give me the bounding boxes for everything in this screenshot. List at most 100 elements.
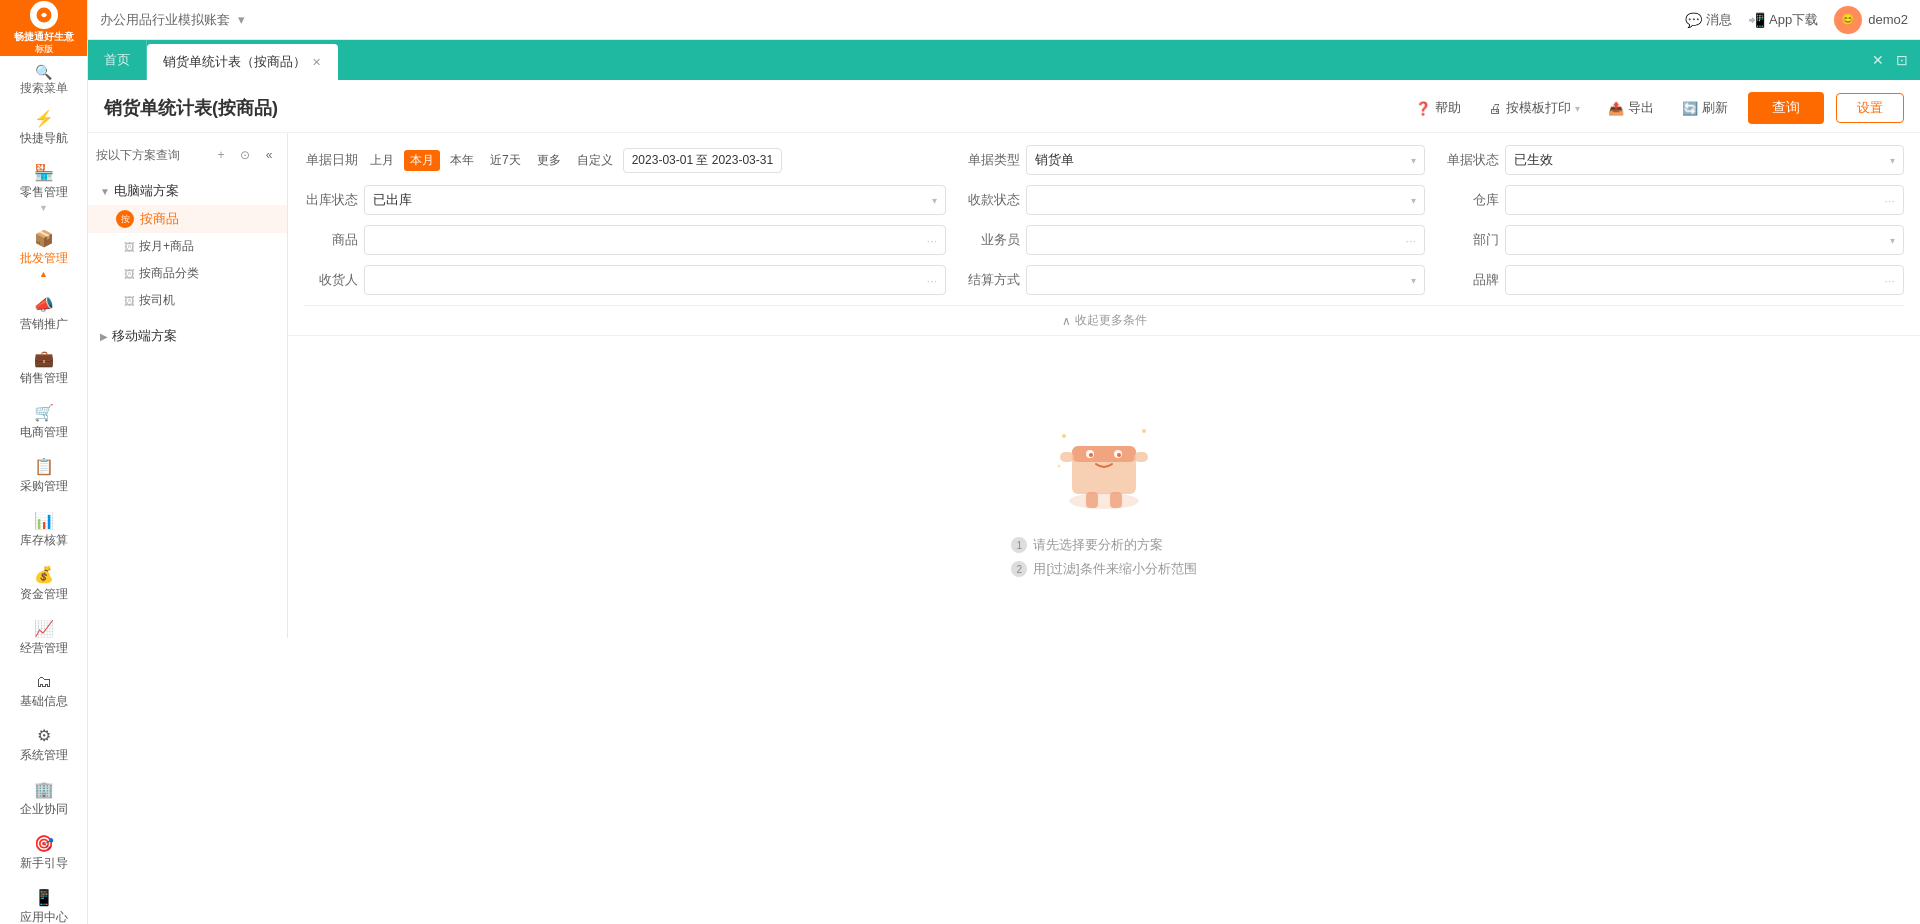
help-button[interactable]: ❓ 帮助 (1407, 95, 1469, 121)
sidebar-item-operations[interactable]: 📈 经营管理 (0, 611, 87, 665)
svg-point-13 (1142, 429, 1146, 433)
department-select[interactable]: ▾ (1505, 225, 1904, 255)
doctype-control[interactable]: 销货单 ▾ (1026, 145, 1425, 175)
sidebar-item-appstore[interactable]: 📱 应用中心 (0, 880, 87, 924)
shortcut-more[interactable]: 更多 (531, 150, 567, 171)
docstatus-select[interactable]: 已生效 ▾ (1505, 145, 1904, 175)
page-title: 销货单统计表(按商品) (104, 96, 278, 120)
purchase-label: 采购管理 (20, 478, 68, 495)
sidebar-item-system[interactable]: ⚙ 系统管理 (0, 718, 87, 772)
tree-parent-mobile[interactable]: ▶ 移动端方案 (88, 322, 287, 350)
brand-select[interactable]: ··· (1505, 265, 1904, 295)
tab-home[interactable]: 首页 (88, 40, 147, 80)
tab-close-icon[interactable]: ✕ (312, 56, 321, 69)
print-dropdown-icon: ▾ (1575, 103, 1580, 114)
query-button[interactable]: 查询 (1748, 92, 1824, 124)
ecommerce-icon: 🛒 (34, 403, 54, 422)
tree-sub-by-machine[interactable]: 🖼 按司机 (88, 287, 287, 314)
settings-button[interactable]: 设置 (1836, 93, 1904, 123)
ecommerce-label: 电商管理 (20, 424, 68, 441)
warehouse-select[interactable]: ··· (1505, 185, 1904, 215)
outstatus-value: 已出库 (373, 191, 412, 209)
category-label: 按商品分类 (139, 265, 199, 282)
shortcut-last-month[interactable]: 上月 (364, 150, 400, 171)
pc-tree-section: ▼ 电脑端方案 按 按商品 🖼 按月+商品 🖼 (88, 173, 287, 318)
docstatus-control[interactable]: 已生效 ▾ (1505, 145, 1904, 175)
print-button[interactable]: 🖨 按模板打印 ▾ (1481, 95, 1588, 121)
salesperson-field-group: 业务员 ··· (966, 225, 1425, 255)
tree-child-by-product[interactable]: 按 按商品 (88, 205, 287, 233)
operations-label: 经营管理 (20, 640, 68, 657)
sidebar-item-inventory[interactable]: 📊 库存核算 (0, 503, 87, 557)
outstatus-field-group: 出库状态 已出库 ▾ (304, 185, 946, 215)
doctype-value: 销货单 (1035, 151, 1074, 169)
product-field-group: 商品 ··· (304, 225, 946, 255)
sidebar-item-retail[interactable]: 🏪 零售管理 ▼ (0, 155, 87, 221)
payment-select[interactable]: ▾ (1026, 265, 1425, 295)
sidebar-item-enterprise[interactable]: 🏢 企业协同 (0, 772, 87, 826)
mobile-section-label: 移动端方案 (112, 327, 177, 345)
export-button[interactable]: 📤 导出 (1600, 95, 1662, 121)
avatar: 😊 (1834, 6, 1862, 34)
sidebar-item-basics[interactable]: 🗂 基础信息 (0, 665, 87, 718)
svg-point-6 (1089, 453, 1093, 457)
search-menu-item[interactable]: 🔍 搜索菜单 (0, 56, 87, 101)
doctype-arrow-icon: ▾ (1411, 155, 1416, 166)
outstatus-select[interactable]: 已出库 ▾ (364, 185, 946, 215)
sidebar-item-purchase[interactable]: 📋 采购管理 (0, 449, 87, 503)
doctype-label: 单据类型 (966, 151, 1026, 169)
shortcut-custom[interactable]: 自定义 (571, 150, 619, 171)
brand-control: ··· (1505, 265, 1904, 295)
sidebar-item-marketing[interactable]: 📣 营销推广 (0, 287, 87, 341)
salesperson-label: 业务员 (966, 231, 1026, 249)
help-label: 帮助 (1435, 99, 1461, 117)
sidebar-item-sales[interactable]: 💼 销售管理 (0, 341, 87, 395)
doctype-select[interactable]: 销货单 ▾ (1026, 145, 1425, 175)
department-arrow-icon: ▾ (1890, 235, 1895, 246)
sidebar-item-guide[interactable]: 🎯 新手引导 (0, 826, 87, 880)
main-area: 办公用品行业模拟账套 ▾ 💬 消息 📲 App下载 😊 demo2 首页 (88, 0, 1920, 924)
date-range-value[interactable]: 2023-03-01 至 2023-03-31 (623, 148, 782, 173)
tree-sub-by-category[interactable]: 🖼 按商品分类 (88, 260, 287, 287)
basics-icon: 🗂 (36, 673, 52, 691)
user-area[interactable]: 😊 demo2 (1834, 6, 1908, 34)
filter-row-3: 商品 ··· 业务员 (304, 225, 1904, 255)
filter-row-2: 出库状态 已出库 ▾ 收款状态 (304, 185, 1904, 215)
collapse-panel-button[interactable]: « (259, 145, 279, 165)
tree-sub-by-month-product[interactable]: 🖼 按月+商品 (88, 233, 287, 260)
app-download-item[interactable]: 📲 App下载 (1748, 11, 1818, 29)
sidebar-item-finance[interactable]: 💰 资金管理 (0, 557, 87, 611)
tab-close-all-icon[interactable]: ✕ (1868, 50, 1888, 70)
docstatus-value: 已生效 (1514, 151, 1553, 169)
product-select[interactable]: ··· (364, 225, 946, 255)
department-label: 部门 (1445, 231, 1505, 249)
tab-restore-icon[interactable]: ⊡ (1892, 50, 1912, 70)
enterprise-icon: 🏢 (34, 780, 54, 799)
tree-parent-pc[interactable]: ▼ 电脑端方案 (88, 177, 287, 205)
outstatus-label: 出库状态 (304, 191, 364, 209)
sidebar-item-shortcut[interactable]: ⚡ 快捷导航 (0, 101, 87, 155)
refresh-button[interactable]: 🔄 刷新 (1674, 95, 1736, 121)
shortcut-this-month[interactable]: 本月 (404, 150, 440, 171)
shortcut-7days[interactable]: 近7天 (484, 150, 527, 171)
salesperson-select[interactable]: ··· (1026, 225, 1425, 255)
recipient-select[interactable]: ··· (364, 265, 946, 295)
add-scheme-button[interactable]: + (211, 145, 231, 165)
sidebar-item-wholesale[interactable]: 📦 批发管理 ▲ (0, 221, 87, 287)
app-logo: 畅捷通好生意 标版 (0, 0, 88, 56)
message-item[interactable]: 💬 消息 (1685, 11, 1732, 29)
help-icon: ❓ (1415, 101, 1431, 116)
receiptstatus-select[interactable]: ▾ (1026, 185, 1425, 215)
collapse-label: 收起更多条件 (1075, 312, 1147, 329)
app-download-icon: 📲 (1748, 12, 1765, 28)
recipient-field-group: 收货人 ··· (304, 265, 946, 295)
copy-scheme-button[interactable]: ⊙ (235, 145, 255, 165)
docstatus-field-group: 单据状态 已生效 ▾ (1445, 145, 1904, 175)
tab-sales-stat[interactable]: 销货单统计表（按商品） ✕ (147, 44, 338, 80)
receiptstatus-control: ▾ (1026, 185, 1425, 215)
sidebar-item-ecommerce[interactable]: 🛒 电商管理 (0, 395, 87, 449)
header-dropdown-icon[interactable]: ▾ (238, 12, 245, 27)
shortcut-this-year[interactable]: 本年 (444, 150, 480, 171)
svg-point-7 (1117, 453, 1121, 457)
collapse-filter-button[interactable]: ∧ 收起更多条件 (304, 305, 1904, 335)
